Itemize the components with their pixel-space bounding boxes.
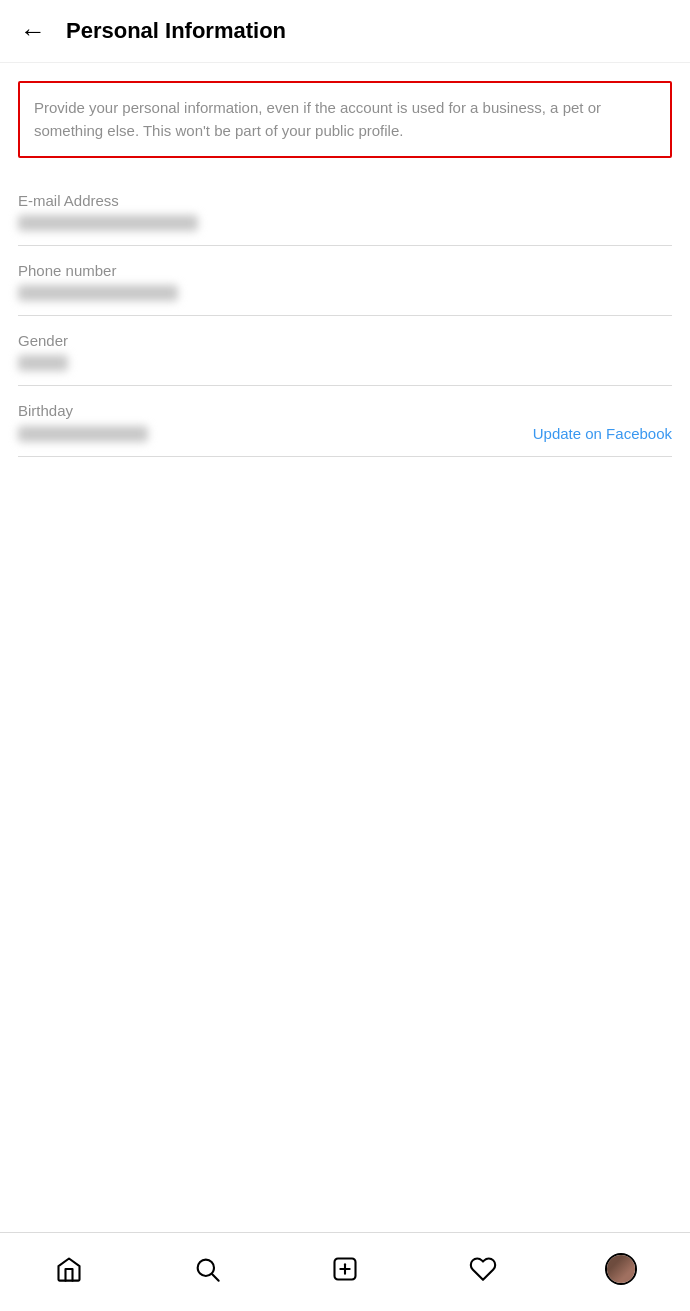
field-group-gender[interactable]: Gender — [0, 316, 690, 386]
field-group-birthday[interactable]: Birthday Update on Facebook — [0, 386, 690, 457]
heart-nav-button[interactable] — [461, 1247, 505, 1291]
field-value-row-birthday: Update on Facebook — [18, 425, 672, 457]
field-label-email: E-mail Address — [18, 192, 672, 209]
search-nav-button[interactable] — [185, 1247, 229, 1291]
field-link-birthday[interactable]: Update on Facebook — [533, 425, 672, 442]
page-title: Personal Information — [66, 18, 286, 44]
field-value-row-phone — [18, 285, 672, 316]
field-blurred-phone — [18, 285, 178, 301]
field-group-phone[interactable]: Phone number — [0, 246, 690, 316]
fields-container: E-mail Address Phone number Gender Birthday… — [0, 176, 690, 457]
field-label-gender: Gender — [18, 332, 672, 349]
field-group-email[interactable]: E-mail Address — [0, 176, 690, 246]
field-value-row-email — [18, 215, 672, 246]
info-box: Provide your personal information, even … — [18, 81, 672, 158]
field-value-row-gender — [18, 355, 672, 386]
field-blurred-gender — [18, 355, 68, 371]
field-blurred-birthday — [18, 426, 148, 442]
avatar — [605, 1253, 637, 1285]
bottom-nav — [0, 1232, 690, 1311]
home-nav-button[interactable] — [47, 1247, 91, 1291]
back-button[interactable]: ← — [20, 18, 46, 44]
info-box-text: Provide your personal information, even … — [34, 99, 601, 139]
add-nav-button[interactable] — [323, 1247, 367, 1291]
field-label-phone: Phone number — [18, 262, 672, 279]
field-blurred-email — [18, 215, 198, 231]
svg-line-1 — [212, 1274, 218, 1280]
header: ← Personal Information — [0, 0, 690, 63]
main-content: Provide your personal information, even … — [0, 63, 690, 1232]
profile-nav-button[interactable] — [599, 1247, 643, 1291]
field-label-birthday: Birthday — [18, 402, 672, 419]
